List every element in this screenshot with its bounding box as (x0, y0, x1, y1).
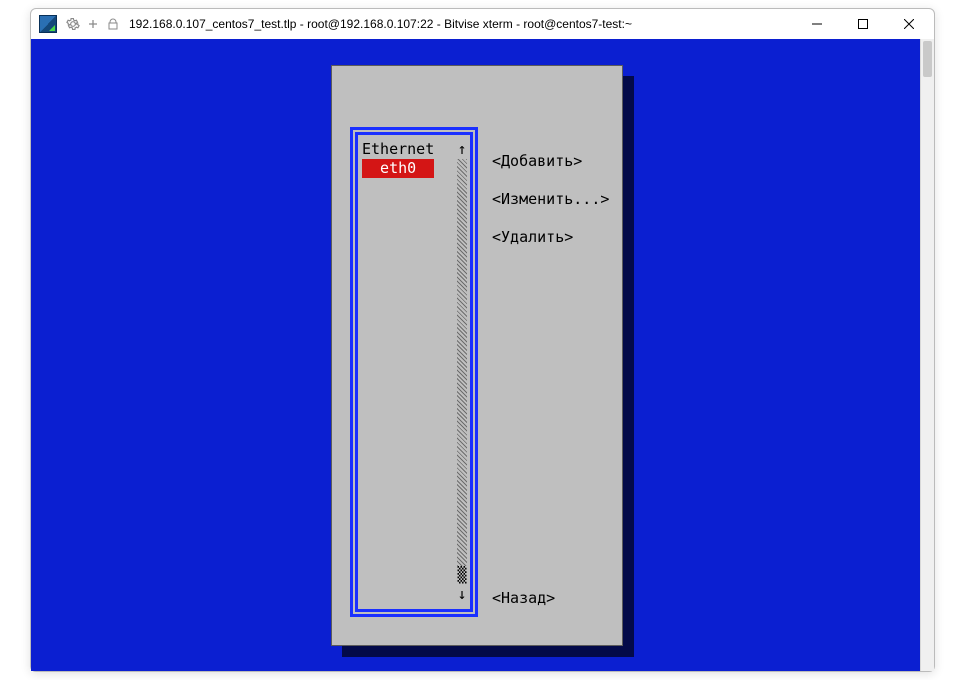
terminal-client: Ethernet eth0 ↑ ▒ ↓ <Добавить> <Изме (31, 39, 934, 671)
connection-list[interactable]: Ethernet eth0 (362, 140, 455, 178)
connection-list-inner: Ethernet eth0 ↑ ▒ ↓ (355, 132, 473, 612)
terminal-area[interactable]: Ethernet eth0 ↑ ▒ ↓ <Добавить> <Изме (31, 39, 920, 671)
scrollbar-thumb[interactable] (923, 41, 932, 77)
delete-button[interactable]: <Удалить> (492, 228, 609, 247)
maximize-button[interactable] (840, 9, 886, 39)
close-button[interactable] (886, 9, 932, 39)
window-controls (794, 9, 932, 39)
list-scrollbar[interactable]: ↑ ▒ ↓ (457, 140, 467, 604)
scroll-down-arrow-icon[interactable]: ↓ (457, 585, 467, 604)
titlebar: 192.168.0.107_centos7_test.tlp - root@19… (31, 9, 934, 39)
edit-button[interactable]: <Изменить...> (492, 190, 609, 209)
app-icon (39, 15, 57, 33)
connection-list-panel: Ethernet eth0 ↑ ▒ ↓ (350, 127, 478, 617)
list-item[interactable]: eth0 (362, 159, 455, 178)
window-vertical-scrollbar[interactable] (920, 39, 934, 671)
lock-icon[interactable] (105, 16, 121, 32)
scroll-track[interactable] (457, 159, 467, 566)
minimize-button[interactable] (794, 9, 840, 39)
add-button[interactable]: <Добавить> (492, 152, 609, 171)
window-title: 192.168.0.107_centos7_test.tlp - root@19… (129, 17, 794, 31)
scroll-marker-icon: ▒ (457, 566, 467, 585)
app-window: 192.168.0.107_centos7_test.tlp - root@19… (30, 8, 935, 672)
gear-icon[interactable] (65, 16, 81, 32)
list-item-selected[interactable]: eth0 (362, 159, 434, 178)
scroll-up-arrow-icon[interactable]: ↑ (457, 140, 467, 159)
plus-icon[interactable] (85, 16, 101, 32)
back-button[interactable]: <Назад> (492, 589, 555, 608)
action-menu: <Добавить> <Изменить...> <Удалить> (492, 152, 609, 266)
list-header: Ethernet (362, 140, 455, 159)
nmtui-dialog: Ethernet eth0 ↑ ▒ ↓ <Добавить> <Изме (331, 65, 623, 646)
